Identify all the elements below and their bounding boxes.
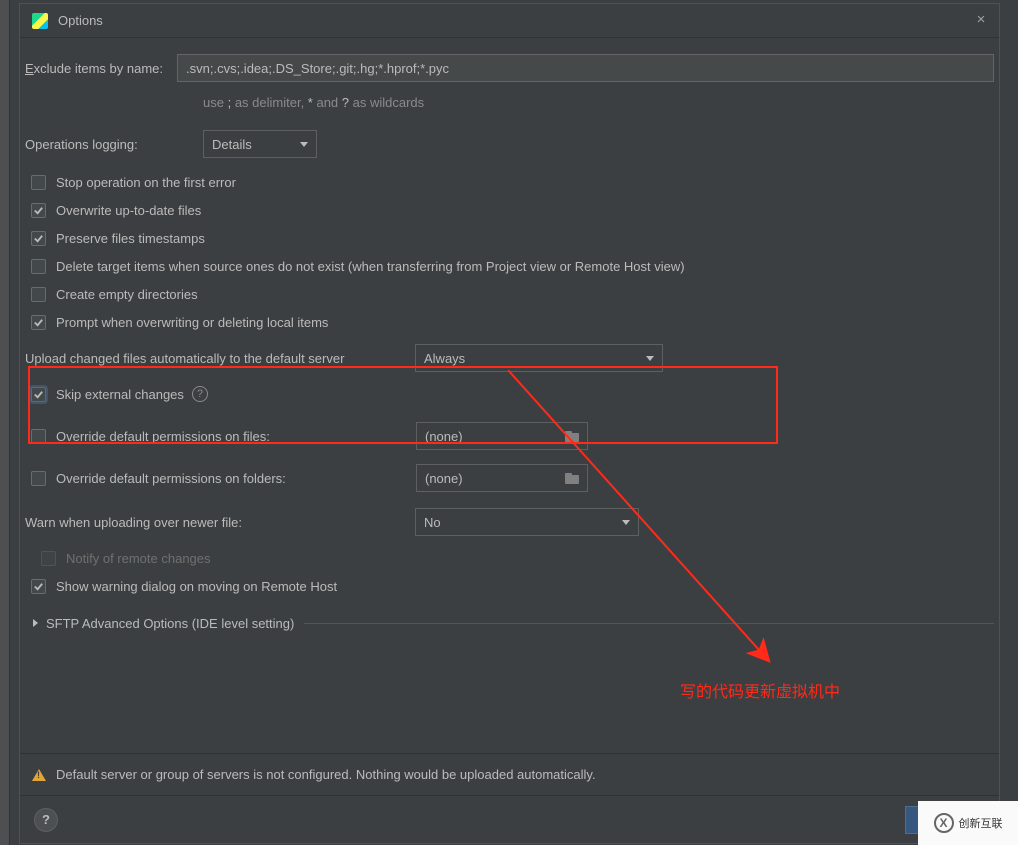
status-bar: Default server or group of servers is no… <box>20 753 999 795</box>
annotation-text: 写的代码更新虚拟机中 <box>680 678 840 702</box>
warn-upload-combo[interactable]: No <box>415 508 639 536</box>
chk-notify-remote-label: Notify of remote changes <box>66 551 211 566</box>
help-button[interactable]: ? <box>34 808 58 832</box>
chk-stop-error[interactable] <box>31 175 46 190</box>
chk-override-folders[interactable] <box>31 471 46 486</box>
options-dialog: Options × Exclude items by name: use ; a… <box>19 3 1000 844</box>
watermark: X 创新互联 <box>918 801 1018 845</box>
section-divider <box>304 623 994 624</box>
close-icon[interactable]: × <box>973 12 989 28</box>
chk-override-files-label: Override default permissions on files: <box>56 429 416 444</box>
chk-stop-error-label: Stop operation on the first error <box>56 175 236 190</box>
chk-show-warning[interactable] <box>31 579 46 594</box>
exclude-input[interactable] <box>177 54 994 82</box>
chk-delete-target[interactable] <box>31 259 46 274</box>
chk-prompt-overwrite[interactable] <box>31 315 46 330</box>
chk-overwrite-label: Overwrite up-to-date files <box>56 203 201 218</box>
help-icon[interactable]: ? <box>192 386 208 402</box>
dialog-content: Exclude items by name: use ; as delimite… <box>20 38 999 753</box>
chevron-down-icon <box>622 520 630 525</box>
chk-show-warning-label: Show warning dialog on moving on Remote … <box>56 579 337 594</box>
chk-preserve-ts-label: Preserve files timestamps <box>56 231 205 246</box>
folder-icon <box>565 473 579 484</box>
chk-override-files[interactable] <box>31 429 46 444</box>
upload-value: Always <box>424 351 465 366</box>
titlebar: Options × <box>20 4 999 38</box>
upload-combo[interactable]: Always <box>415 344 663 372</box>
sftp-section-label: SFTP Advanced Options (IDE level setting… <box>46 616 294 631</box>
chk-skip-external-label: Skip external changes <box>56 387 184 402</box>
chevron-down-icon <box>646 356 654 361</box>
logging-combo[interactable]: Details <box>203 130 317 158</box>
chk-create-empty-label: Create empty directories <box>56 287 198 302</box>
watermark-logo-icon: X <box>934 813 954 833</box>
status-text: Default server or group of servers is no… <box>56 767 596 782</box>
exclude-hint: use ; as delimiter, * and ? as wildcards <box>203 95 424 110</box>
exclude-label: Exclude items by name: <box>25 61 163 76</box>
chk-notify-remote <box>41 551 56 566</box>
folder-icon <box>565 431 579 442</box>
dialog-title: Options <box>58 13 103 28</box>
perm-files-value: (none) <box>425 429 463 444</box>
logging-value: Details <box>212 137 252 152</box>
chk-overwrite[interactable] <box>31 203 46 218</box>
chk-delete-target-label: Delete target items when source ones do … <box>56 259 685 274</box>
chevron-down-icon <box>300 142 308 147</box>
perm-folders-combo[interactable]: (none) <box>416 464 588 492</box>
chk-preserve-ts[interactable] <box>31 231 46 246</box>
logging-label: Operations logging: <box>25 137 189 152</box>
watermark-text: 创新互联 <box>959 815 1003 831</box>
perm-folders-value: (none) <box>425 471 463 486</box>
chk-skip-external[interactable] <box>31 387 46 402</box>
upload-label: Upload changed files automatically to th… <box>25 351 415 366</box>
perm-files-combo[interactable]: (none) <box>416 422 588 450</box>
chk-create-empty[interactable] <box>31 287 46 302</box>
warn-upload-value: No <box>424 515 441 530</box>
app-icon <box>32 13 48 29</box>
chk-override-folders-label: Override default permissions on folders: <box>56 471 416 486</box>
sftp-section-header[interactable]: SFTP Advanced Options (IDE level setting… <box>33 610 994 636</box>
chk-prompt-overwrite-label: Prompt when overwriting or deleting loca… <box>56 315 328 330</box>
warning-icon <box>32 769 46 781</box>
warn-upload-label: Warn when uploading over newer file: <box>25 515 415 530</box>
triangle-right-icon <box>33 619 38 627</box>
button-bar: ? OK <box>20 795 999 843</box>
outer-background <box>0 0 10 845</box>
